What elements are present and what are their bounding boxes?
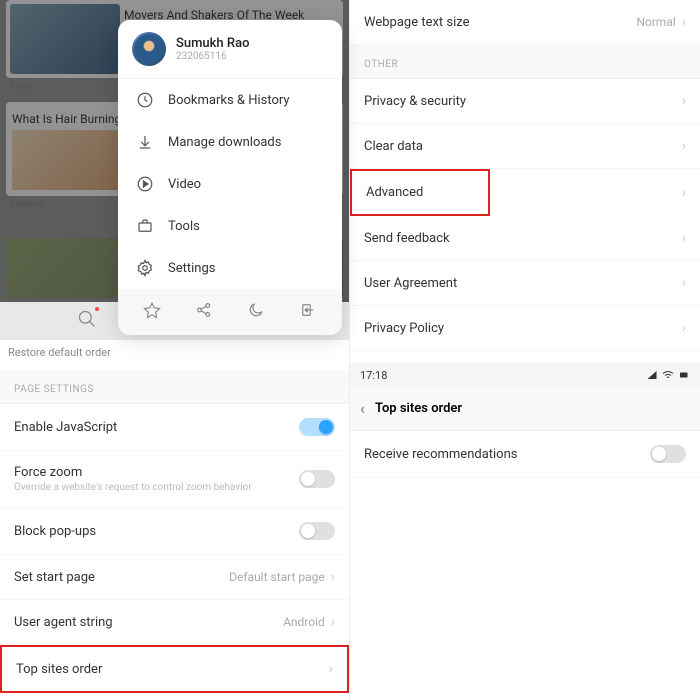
chevron-right-icon: ›	[331, 614, 335, 630]
app-menu: Sumukh Rao 232065116 Bookmarks & History…	[118, 20, 342, 335]
toggle-js[interactable]	[299, 418, 335, 436]
play-icon	[136, 175, 154, 193]
menu-bookmarks[interactable]: Bookmarks & History	[118, 79, 342, 121]
row-force-zoom[interactable]: Force zoom Override a website's request …	[0, 451, 349, 508]
download-icon	[136, 133, 154, 151]
row-block-popups[interactable]: Block pop-ups	[0, 508, 349, 555]
search-icon[interactable]	[77, 309, 97, 333]
gear-icon	[136, 259, 154, 277]
signal-icon	[646, 369, 658, 381]
chevron-right-icon: ›	[682, 275, 686, 291]
chevron-right-icon: ›	[682, 93, 686, 109]
chevron-right-icon: ›	[329, 661, 333, 677]
row-start-page[interactable]: Set start page Default start page ›	[0, 555, 349, 600]
chevron-right-icon: ›	[682, 138, 686, 154]
back-icon[interactable]: ‹	[360, 399, 365, 418]
menu-video[interactable]: Video	[118, 163, 342, 205]
profile-id: 232065116	[176, 51, 249, 62]
row-user-agent[interactable]: User agent string Android ›	[0, 600, 349, 645]
moon-icon[interactable]	[247, 301, 265, 323]
row-advanced[interactable]: Advanced	[350, 169, 490, 216]
toggle-popups[interactable]	[299, 522, 335, 540]
toggle-recommendations[interactable]	[650, 445, 686, 463]
row-enable-js[interactable]: Enable JavaScript	[0, 404, 349, 451]
section-other: OTHER	[350, 45, 700, 79]
row-text-size[interactable]: Webpage text size Normal ›	[350, 0, 700, 45]
chevron-right-icon: ›	[682, 320, 686, 336]
row-send-feedback[interactable]: Send feedback ›	[350, 216, 700, 261]
chevron-right-icon: ›	[331, 569, 335, 585]
row-receive-recommendations[interactable]: Receive recommendations	[350, 431, 700, 478]
chevron-right-icon: ›	[682, 230, 686, 246]
profile-name: Sumukh Rao	[176, 36, 249, 51]
row-user-agreement[interactable]: User Agreement ›	[350, 261, 700, 306]
exit-icon[interactable]	[299, 301, 317, 323]
battery-icon	[678, 369, 690, 381]
page-title: Top sites order	[375, 401, 462, 416]
briefcase-icon	[136, 217, 154, 235]
row-clear-data[interactable]: Clear data ›	[350, 124, 700, 169]
share-icon[interactable]	[195, 301, 213, 323]
section-page-settings: PAGE SETTINGS	[0, 370, 349, 404]
row-privacy-security[interactable]: Privacy & security ›	[350, 79, 700, 124]
toggle-zoom[interactable]	[299, 470, 335, 488]
menu-tools[interactable]: Tools	[118, 205, 342, 247]
chevron-right-icon: ›	[682, 14, 686, 30]
menu-settings[interactable]: Settings	[118, 247, 342, 289]
wifi-icon	[662, 369, 674, 381]
page-header: ‹ Top sites order	[350, 387, 700, 431]
avatar	[132, 32, 166, 66]
status-time: 17:18	[360, 369, 387, 382]
row-privacy-policy[interactable]: Privacy Policy ›	[350, 306, 700, 351]
star-icon[interactable]	[143, 301, 161, 323]
profile-section[interactable]: Sumukh Rao 232065116	[118, 20, 342, 79]
chevron-right-icon: ›	[682, 185, 686, 201]
clock-icon	[136, 91, 154, 109]
menu-downloads[interactable]: Manage downloads	[118, 121, 342, 163]
row-top-sites-order[interactable]: Top sites order ›	[0, 645, 349, 693]
status-icons	[646, 369, 690, 381]
restore-order-label[interactable]: Restore default order	[8, 346, 111, 359]
